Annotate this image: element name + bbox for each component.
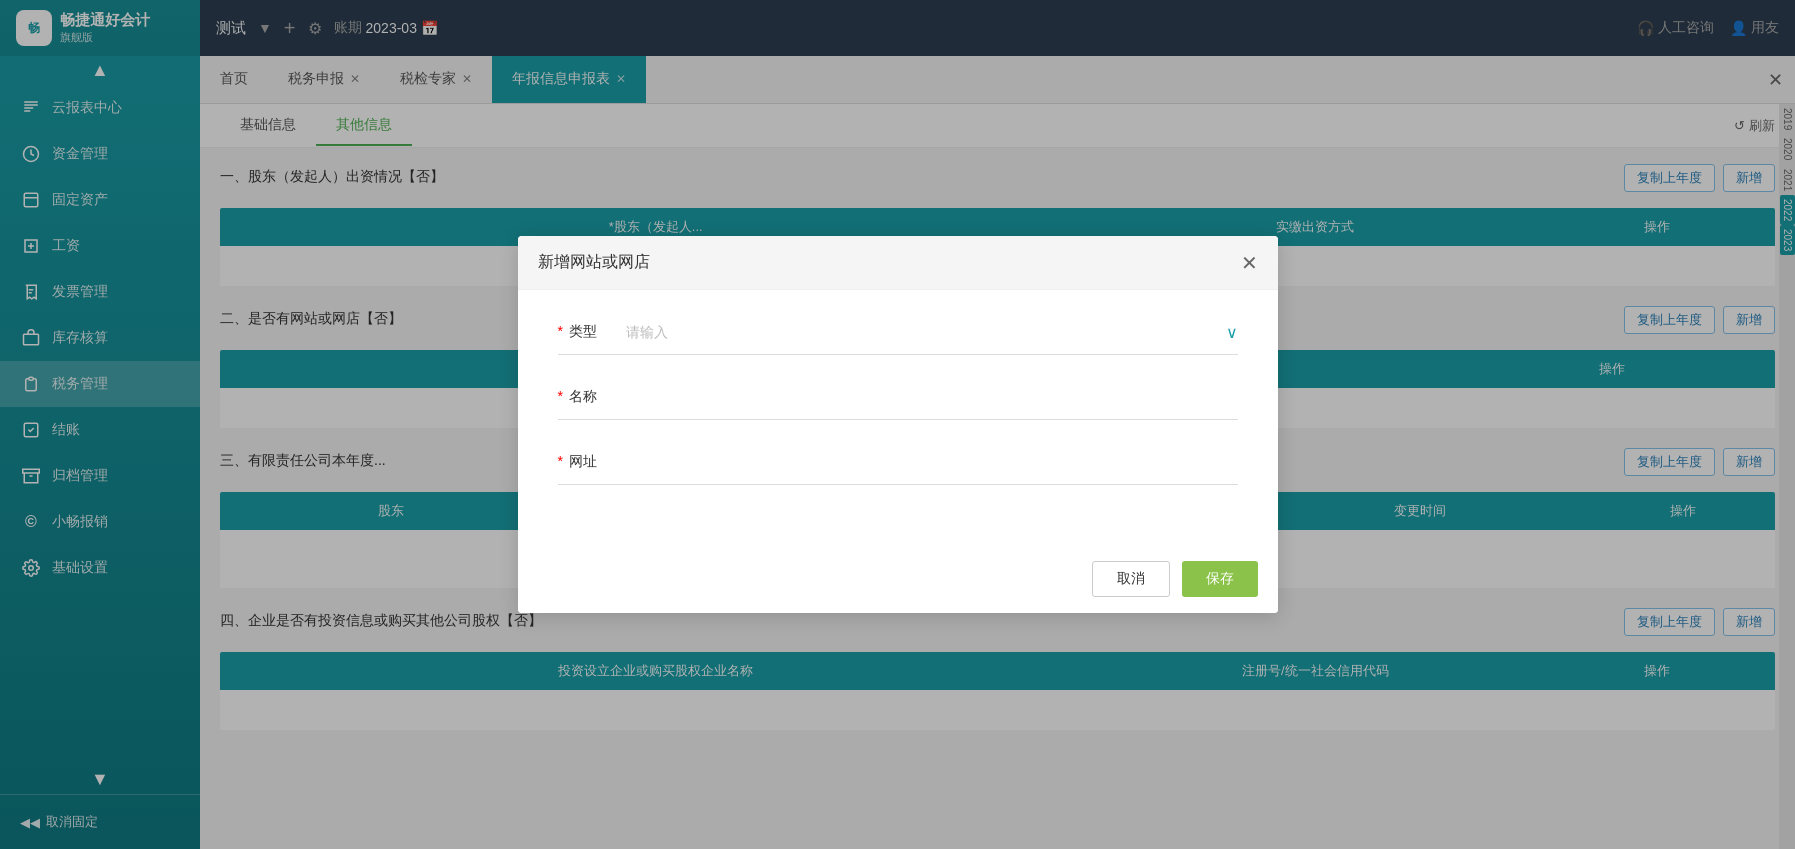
form-label-name: * 名称 (558, 388, 618, 406)
form-label-type: * 类型 (558, 323, 618, 341)
form-label-url: * 网址 (558, 453, 618, 471)
save-button[interactable]: 保存 (1182, 561, 1258, 597)
modal-overlay[interactable]: 新增网站或网店 ✕ * 类型 ∨ * 名称 (0, 0, 1795, 849)
modal-add-website: 新增网站或网店 ✕ * 类型 ∨ * 名称 (518, 236, 1278, 613)
modal-footer: 取消 保存 (518, 545, 1278, 613)
modal-body: * 类型 ∨ * 名称 * 网址 (518, 290, 1278, 545)
url-label-text: 网址 (569, 453, 597, 469)
modal-title: 新增网站或网店 (538, 252, 650, 273)
name-label-text: 名称 (569, 388, 597, 404)
form-field-type: * 类型 ∨ (558, 320, 1238, 355)
form-field-url: * 网址 (558, 450, 1238, 485)
required-asterisk-name: * (558, 388, 563, 404)
url-input[interactable] (618, 450, 1238, 474)
modal-header: 新增网站或网店 ✕ (518, 236, 1278, 290)
modal-close-button[interactable]: ✕ (1241, 253, 1258, 273)
type-dropdown-icon[interactable]: ∨ (1226, 323, 1238, 342)
form-field-name: * 名称 (558, 385, 1238, 420)
type-input[interactable] (618, 320, 1226, 344)
required-asterisk-type: * (558, 323, 563, 339)
type-label-text: 类型 (569, 323, 597, 339)
required-asterisk-url: * (558, 453, 563, 469)
cancel-button[interactable]: 取消 (1092, 561, 1170, 597)
name-input[interactable] (618, 385, 1238, 409)
